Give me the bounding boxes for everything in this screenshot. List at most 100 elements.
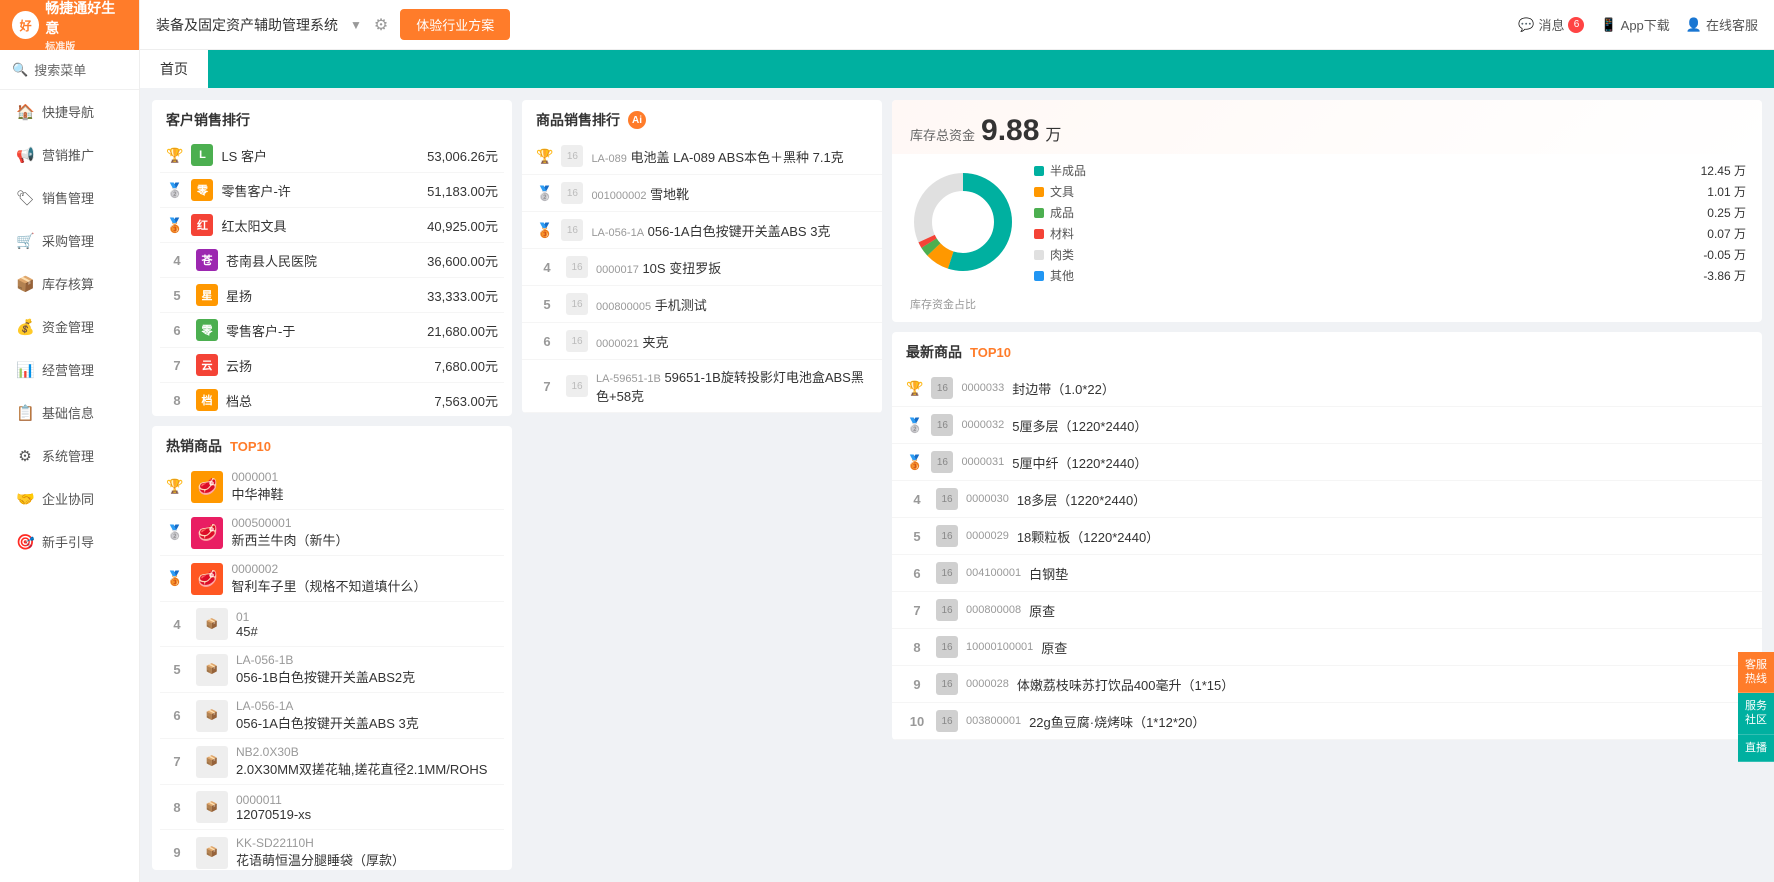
gold-trophy-icon: 🏆 [166, 147, 183, 164]
sidebar-item-home[interactable]: 🏠 快捷导航 [0, 90, 139, 133]
rank-number: 7 [166, 751, 188, 773]
online-service-btn[interactable]: 👤 在线客服 [1686, 15, 1758, 34]
sidebar-search[interactable]: 🔍 搜索菜单 [0, 50, 139, 90]
sidebar-item-guide[interactable]: 🎯 新手引导 [0, 520, 139, 563]
customer-value: 7,680.00元 [434, 356, 498, 375]
live-label: 直播 [1742, 741, 1770, 755]
product-item: 10 16 003800001 22g鱼豆腐·烧烤味（1*12*20） [892, 703, 1762, 740]
product-item: 8 16 10000100001 原查 [892, 629, 1762, 666]
newest-products-title: 最新商品 [906, 342, 962, 362]
sidebar-item-purchase[interactable]: 🛒 采购管理 [0, 219, 139, 262]
gold-trophy-icon: 🏆 [906, 380, 923, 397]
product-icon: 16 [561, 182, 583, 204]
dropdown-icon[interactable]: ▼ [350, 18, 362, 32]
sidebar-item-management[interactable]: 📊 经营管理 [0, 348, 139, 391]
sidebar-item-cooperation[interactable]: 🤝 企业协同 [0, 477, 139, 520]
sidebar-item-inventory[interactable]: 📦 库存核算 [0, 262, 139, 305]
customer-value: 36,600.00元 [427, 251, 498, 270]
float-live[interactable]: 直播 [1738, 735, 1774, 762]
hot-product-list: 🏆 🥩 0000001 中华神鞋 🥈 🥩 000500001 [152, 464, 512, 870]
rank-number: 5 [536, 293, 558, 315]
customer-ranking-column: 客户销售排行 🏆 L LS 客户 53,006.26元 🥈 [152, 100, 512, 870]
customer-value: 21,680.00元 [427, 321, 498, 340]
product-item: 🥈 🥩 000500001 新西兰牛肉（新牛） [160, 510, 504, 556]
product-item: 5 📦 LA-056-1B 056-1B白色按键开关盖ABS2克 [160, 647, 504, 693]
product-icon: 16 [936, 636, 958, 658]
home-icon: 🏠 [16, 103, 34, 121]
product-icon: 16 [936, 673, 958, 695]
product-item: 9 16 0000028 体嫩荔枝味苏打饮品400毫升（1*15） [892, 666, 1762, 703]
product-item: 🥉 16 LA-056-1A 056-1A白色按键开关盖ABS 3克 [522, 212, 882, 249]
rank-number: 9 [906, 673, 928, 695]
rank-item: 🥈 零 零售客户-许 51,183.00元 [160, 173, 504, 208]
float-service-community[interactable]: 服务 社区 [1738, 693, 1774, 735]
rank-number: 4 [906, 488, 928, 510]
avatar: 苍 [196, 249, 218, 271]
bronze-trophy-icon: 🥉 [166, 570, 183, 587]
legend-item: 肉类 -0.05 万 [1034, 246, 1746, 263]
product-icon: 16 [936, 710, 958, 732]
rank-number: 5 [166, 659, 188, 681]
tab-home[interactable]: 首页 [140, 50, 208, 88]
legend-item: 文具 1.01 万 [1034, 183, 1746, 200]
product-image: 🥩 [191, 563, 223, 595]
logo-icon: 好 [12, 11, 39, 39]
product-item: 5 16 000800005 手机测试 [522, 286, 882, 323]
product-icon: 16 [566, 256, 588, 278]
inventory-value: 9.88 [981, 114, 1039, 148]
float-customer-service[interactable]: 客服 热线 [1738, 652, 1774, 694]
messages-btn[interactable]: 💬 消息 6 [1518, 15, 1584, 34]
customer-name: 零售客户-于 [226, 321, 419, 340]
settings-icon[interactable]: ⚙ [374, 15, 388, 35]
product-icon: 16 [931, 377, 953, 399]
inventory-card: 库存总资金 9.88 万 [892, 100, 1762, 322]
hot-products-header: 热销商品 TOP10 [152, 426, 512, 464]
system-icon: ⚙ [16, 447, 34, 465]
customer-name: LS 客户 [221, 146, 419, 165]
phone-icon: 📱 [1600, 17, 1616, 33]
product-icon: 16 [936, 599, 958, 621]
experience-btn[interactable]: 体验行业方案 [400, 9, 510, 40]
most-sold-card: 商品销售排行 Ai 🏆 16 LA-089 电池盖 LA-089 ABS本色＋黑… [522, 100, 882, 413]
product-item: 🏆 🥩 0000001 中华神鞋 [160, 464, 504, 510]
bronze-trophy-icon: 🥉 [906, 454, 923, 471]
sidebar-item-marketing[interactable]: 📢 营销推广 [0, 133, 139, 176]
inventory-unit: 万 [1045, 121, 1061, 145]
service-label: 服务 [1742, 699, 1770, 713]
rank-number: 8 [166, 796, 188, 818]
sidebar-item-basic-info[interactable]: 📋 基础信息 [0, 391, 139, 434]
sidebar-item-sales[interactable]: 🏷 销售管理 [0, 176, 139, 219]
product-info: 0000011 12070519-xs [236, 793, 498, 822]
content: 客户销售排行 🏆 L LS 客户 53,006.26元 🥈 [140, 88, 1774, 882]
product-info: 0000002 智利车子里（规格不知道填什么） [231, 562, 498, 595]
sidebar-item-system[interactable]: ⚙ 系统管理 [0, 434, 139, 477]
customer-name: 档总 [226, 391, 426, 410]
customer-service-label: 客服 [1742, 658, 1770, 672]
guide-icon: 🎯 [16, 533, 34, 551]
newest-product-list: 🏆 16 0000033 封边带（1.0*22） 🥈 16 0000032 5厘… [892, 370, 1762, 740]
product-item: 6 📦 LA-056-1A 056-1A白色按键开关盖ABS 3克 [160, 693, 504, 739]
legend-color [1034, 271, 1044, 281]
legend-item: 材料 0.07 万 [1034, 225, 1746, 242]
rank-number: 7 [536, 375, 558, 397]
rank-number: 8 [166, 389, 188, 411]
rank-number: 9 [166, 842, 188, 864]
rank-item: 🥉 红 红太阳文具 40,925.00元 [160, 208, 504, 243]
gold-trophy-icon: 🏆 [166, 478, 183, 495]
product-item: 🥈 16 001000002 雪地靴 [522, 175, 882, 212]
product-item: 8 📦 0000011 12070519-xs [160, 785, 504, 830]
nav-tabs: 首页 [140, 50, 1774, 88]
top-sold-title: 商品销售排行 [536, 110, 620, 130]
avatar: 云 [196, 354, 218, 376]
rank-item: 8 档 档总 7,563.00元 [160, 383, 504, 416]
rank-number: 6 [166, 319, 188, 341]
message-badge: 6 [1568, 17, 1584, 33]
top-sold-list: 🏆 16 LA-089 电池盖 LA-089 ABS本色＋黑种 7.1克 🥈 1… [522, 138, 882, 413]
hot-products-card: 热销商品 TOP10 🏆 🥩 0000001 中华神鞋 [152, 426, 512, 870]
product-image: 📦 [196, 608, 228, 640]
rank-number: 4 [166, 613, 188, 635]
silver-trophy-icon: 🥈 [166, 182, 183, 199]
app-download-btn[interactable]: 📱 App下载 [1600, 15, 1669, 34]
sidebar-item-finance[interactable]: 💰 资金管理 [0, 305, 139, 348]
newest-products-subtitle: TOP10 [970, 345, 1011, 360]
